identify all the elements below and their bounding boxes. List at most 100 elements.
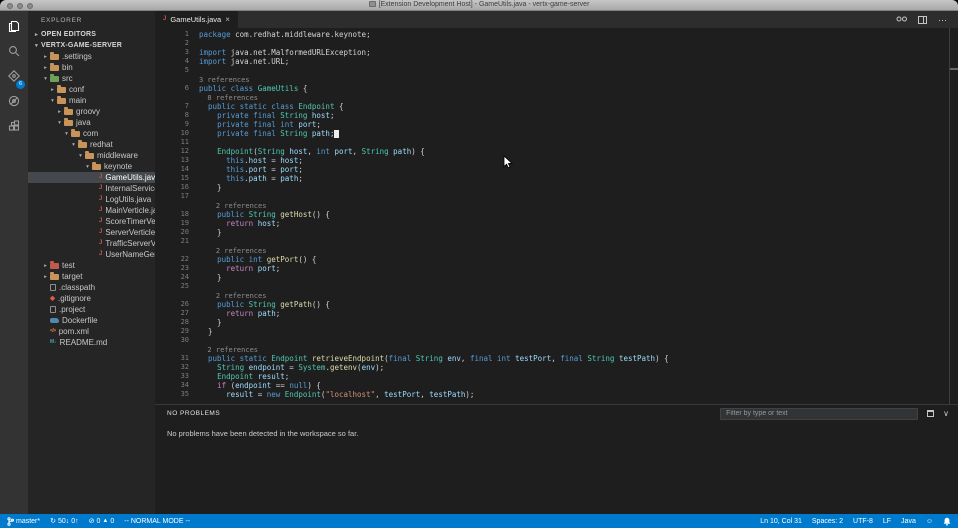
feedback-smiley-icon[interactable]: ☺ xyxy=(926,518,933,525)
activity-source-control-button[interactable]: 6 xyxy=(0,66,28,91)
code-line[interactable]: 15 this.path = path; xyxy=(155,174,958,183)
tree-item-classpath[interactable]: .classpath xyxy=(28,282,155,293)
code-line[interactable]: 2 references xyxy=(155,201,958,210)
tree-item-dockerfile[interactable]: Dockerfile xyxy=(28,315,155,326)
hide-panel-icon[interactable]: ∨ xyxy=(943,409,949,418)
tab-no-problems[interactable]: NO PROBLEMS xyxy=(167,410,220,417)
zoom-window-icon[interactable] xyxy=(27,2,33,9)
tree-item-trafficserververti[interactable]: JTrafficServerVerti... xyxy=(28,238,155,249)
tree-item-java[interactable]: ▾ java xyxy=(28,117,155,128)
code-line[interactable]: 13 this.host = host; xyxy=(155,156,958,165)
code-line[interactable]: 33 Endpoint result; xyxy=(155,372,958,381)
tree-item-redhat[interactable]: ▾ redhat xyxy=(28,139,155,150)
code-line[interactable]: 31 public static Endpoint retrieveEndpoi… xyxy=(155,354,958,363)
open-changes-icon[interactable] xyxy=(896,11,907,29)
code-line[interactable]: 2 references xyxy=(155,246,958,255)
tree-item-open-editors[interactable]: ▸ OPEN EDITORS xyxy=(28,29,155,40)
code-line[interactable]: 19 return host; xyxy=(155,219,958,228)
code-line[interactable]: 6 public class GameUtils { xyxy=(155,84,958,93)
activity-search-button[interactable] xyxy=(0,41,28,66)
code-line[interactable]: 17 xyxy=(155,192,958,201)
code-line[interactable]: 23 return port; xyxy=(155,264,958,273)
code-line[interactable]: 27 return path; xyxy=(155,309,958,318)
activity-debug-button[interactable] xyxy=(0,91,28,116)
tree-item-middleware[interactable]: ▾ middleware xyxy=(28,150,155,161)
code-line[interactable]: 32 String endpoint = System.getenv(env); xyxy=(155,363,958,372)
code-line[interactable]: 4 import java.net.URL; xyxy=(155,57,958,66)
tree-item-keynote[interactable]: ▾ keynote xyxy=(28,161,155,172)
code-line[interactable]: 2 xyxy=(155,39,958,48)
tree-item-groovy[interactable]: ▸ groovy xyxy=(28,106,155,117)
tree-item-scoretimerverticl[interactable]: JScoreTimerVerticl... xyxy=(28,216,155,227)
tree-item-serververticle-java[interactable]: JServerVerticle.java xyxy=(28,227,155,238)
code-line[interactable]: 30 xyxy=(155,336,958,345)
encoding-status[interactable]: UTF-8 xyxy=(853,518,873,525)
tree-item-test[interactable]: ▸ test xyxy=(28,260,155,271)
tree-item-com[interactable]: ▾ com xyxy=(28,128,155,139)
tree-item-bin[interactable]: ▸ bin xyxy=(28,62,155,73)
tree-item-conf[interactable]: ▸ conf xyxy=(28,84,155,95)
activity-explorer-button[interactable] xyxy=(0,16,28,41)
tree-item-mainverticle-java[interactable]: JMainVerticle.java xyxy=(28,205,155,216)
code-line[interactable]: 14 this.port = port; xyxy=(155,165,958,174)
code-line[interactable]: 3 import java.net.MalformedURLException; xyxy=(155,48,958,57)
tree-item-logutils-java[interactable]: J LogUtils.java xyxy=(28,194,155,205)
code-line[interactable]: 28 } xyxy=(155,318,958,327)
code-line[interactable]: 21 xyxy=(155,237,958,246)
tree-item-src[interactable]: ▾ src xyxy=(28,73,155,84)
code-line[interactable]: 9 private final int port; xyxy=(155,120,958,129)
tree-item-project[interactable]: .project xyxy=(28,304,155,315)
code-line[interactable]: 1 package com.redhat.middleware.keynote; xyxy=(155,30,958,39)
tree-item-internalservicever[interactable]: JInternalServiceVer... xyxy=(28,183,155,194)
language-mode-status[interactable]: Java xyxy=(901,518,916,525)
code-line[interactable]: 26 public String getPath() { xyxy=(155,300,958,309)
git-sync-status[interactable]: ↻ 50↓ 0↑ xyxy=(50,518,79,525)
code-line[interactable]: 22 public int getPort() { xyxy=(155,255,958,264)
title-bar[interactable]: [Extension Development Host] - GameUtils… xyxy=(0,0,958,11)
more-actions-icon[interactable]: ⋯ xyxy=(938,15,948,24)
code-line[interactable]: 2 references xyxy=(155,345,958,354)
problems-filter-input[interactable] xyxy=(720,407,919,420)
tree-item-usernamegenerat[interactable]: JUserNameGenerat... xyxy=(28,249,155,260)
code-line[interactable]: 29 } xyxy=(155,327,958,336)
vim-mode-indicator[interactable]: -- NORMAL MODE -- xyxy=(124,518,190,525)
eol-status[interactable]: LF xyxy=(883,518,891,525)
editor-scrollbar[interactable] xyxy=(949,28,958,404)
activity-extensions-button[interactable] xyxy=(0,116,28,141)
code-line[interactable]: 34 if (endpoint == null) { xyxy=(155,381,958,390)
code-line[interactable]: 35 result = new Endpoint("localhost", te… xyxy=(155,390,958,399)
tab-gameutils[interactable]: J GameUtils.java × xyxy=(155,11,238,28)
tree-item-pom-xml[interactable]: </> pom.xml xyxy=(28,326,155,337)
code-line[interactable]: 3 references xyxy=(155,75,958,84)
code-line[interactable]: 16 } xyxy=(155,183,958,192)
git-branch-status[interactable]: master* xyxy=(7,516,40,526)
code-line[interactable]: 8 references xyxy=(155,93,958,102)
tree-item-readme-md[interactable]: M↓ README.md xyxy=(28,337,155,348)
split-editor-icon[interactable] xyxy=(918,15,927,24)
close-window-icon[interactable] xyxy=(7,2,13,9)
minimize-window-icon[interactable] xyxy=(17,2,23,9)
code-line[interactable]: 10 private final String path; xyxy=(155,129,958,138)
code-line[interactable]: 8 private final String host; xyxy=(155,111,958,120)
code-line[interactable]: 7 public static class Endpoint { xyxy=(155,102,958,111)
code-line[interactable]: 11 xyxy=(155,138,958,147)
tree-item-vertx-game-server[interactable]: ▾ VERTX-GAME-SERVER xyxy=(28,40,155,51)
notifications-bell-icon[interactable] xyxy=(943,517,951,526)
code-line[interactable]: 24 } xyxy=(155,273,958,282)
tree-item-main[interactable]: ▾ main xyxy=(28,95,155,106)
close-tab-icon[interactable]: × xyxy=(225,15,230,24)
code-line[interactable]: 12 Endpoint(String host, int port, Strin… xyxy=(155,147,958,156)
code-editor[interactable]: 1 package com.redhat.middleware.keynote; 2… xyxy=(155,28,958,406)
code-line[interactable]: 25 xyxy=(155,282,958,291)
code-line[interactable]: 20 } xyxy=(155,228,958,237)
tree-item-gitignore[interactable]: ◆ .gitignore xyxy=(28,293,155,304)
tree-item-gameutils-java[interactable]: J GameUtils.java xyxy=(28,172,155,183)
code-line[interactable]: 2 references xyxy=(155,291,958,300)
tree-item-settings[interactable]: ▸ .settings xyxy=(28,51,155,62)
code-line[interactable]: 18 public String getHost() { xyxy=(155,210,958,219)
problems-status[interactable]: ⊘ 0 ▲ 0 xyxy=(89,518,115,525)
maximize-panel-icon[interactable] xyxy=(927,410,935,417)
cursor-position-status[interactable]: Ln 10, Col 31 xyxy=(760,518,802,525)
indentation-status[interactable]: Spaces: 2 xyxy=(812,518,843,525)
code-line[interactable]: 5 xyxy=(155,66,958,75)
